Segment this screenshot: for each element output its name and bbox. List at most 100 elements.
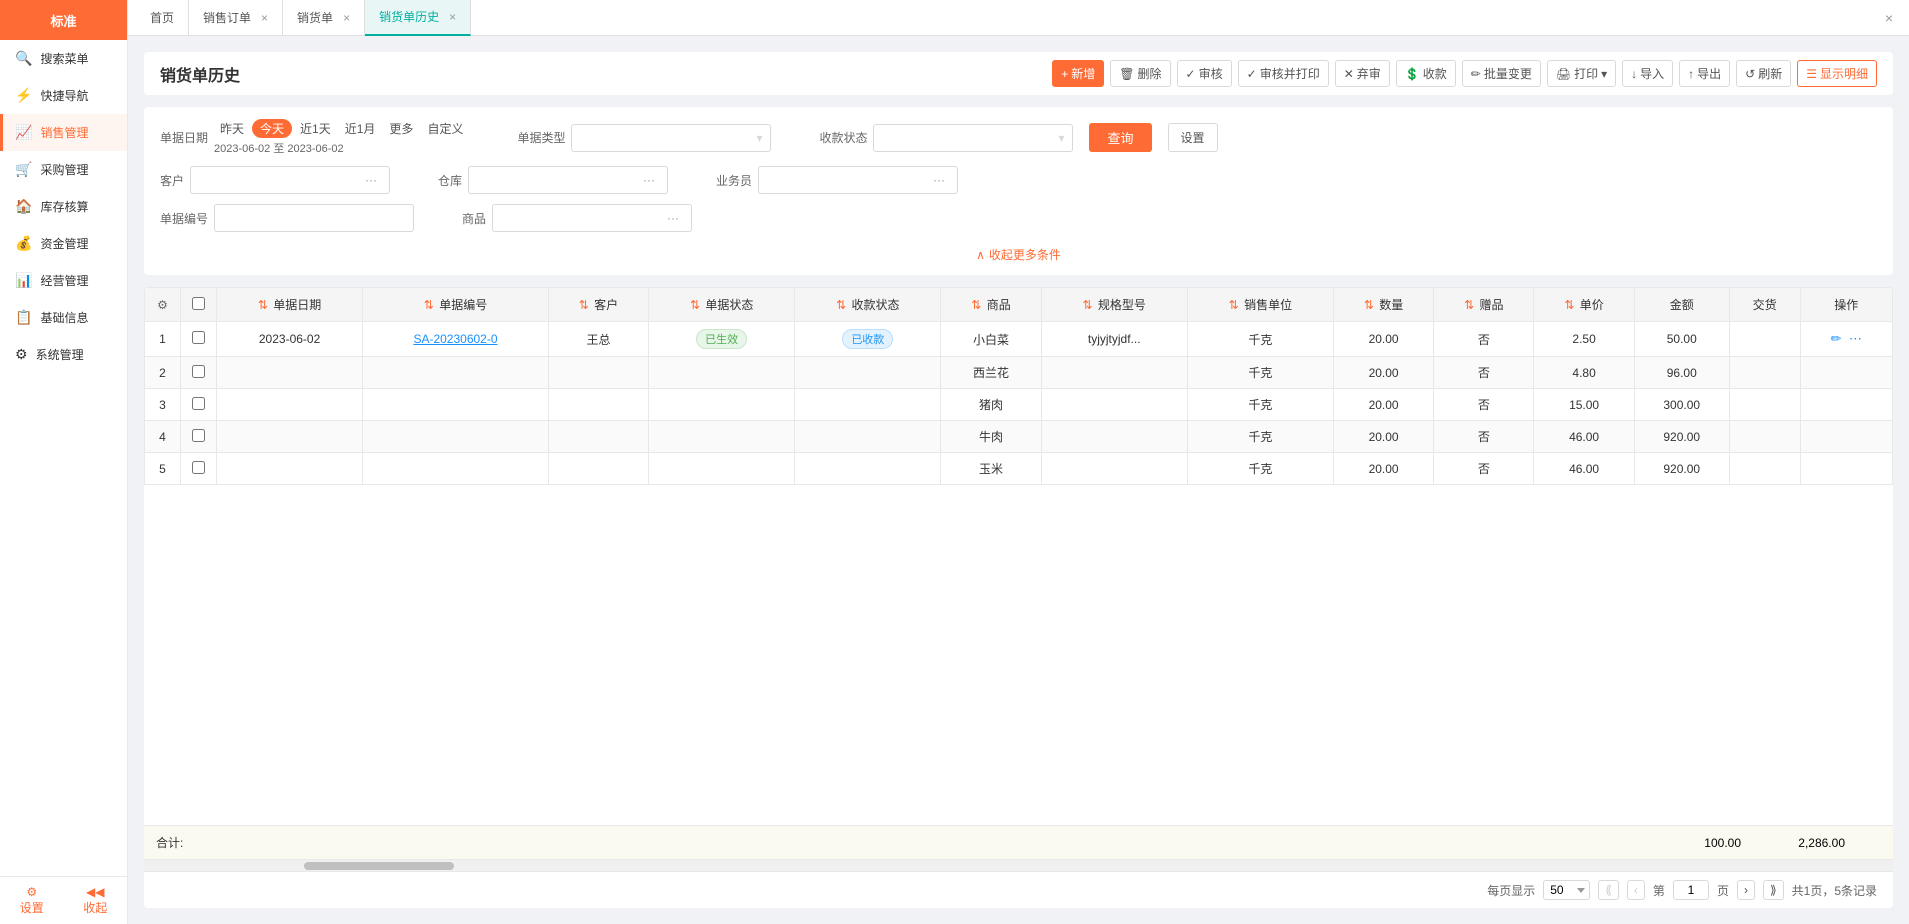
scrollbar-thumb[interactable] [304, 862, 454, 870]
doc-no-input[interactable] [214, 204, 414, 232]
collapse-conditions-btn[interactable]: ∧ 收起更多条件 [160, 246, 1877, 263]
row-checkbox-1[interactable] [192, 331, 205, 344]
tab-sales-history-close[interactable]: × [449, 10, 456, 24]
row-edit-btn-1[interactable]: ✏ [1831, 331, 1842, 346]
tab-home[interactable]: 首页 [136, 0, 189, 36]
audit-print-icon: ✓ [1247, 67, 1257, 81]
th-collect-status[interactable]: ⇅ 收款状态 [795, 288, 941, 322]
th-doc-no[interactable]: ⇅ 单据编号 [363, 288, 549, 322]
row-goods-3: 猪肉 [941, 389, 1041, 421]
sidebar-item-purchase-mgmt[interactable]: 🛒 采购管理 [0, 151, 127, 188]
row-spec-2 [1041, 357, 1187, 389]
shortcut-custom[interactable]: 自定义 [421, 119, 469, 138]
goods-dots-btn[interactable]: ··· [663, 209, 683, 227]
sidebar-item-sales-mgmt[interactable]: 📈 销售管理 [0, 114, 127, 151]
sidebar-settings-btn[interactable]: ⚙ 设置 [20, 885, 44, 916]
tab-bar-close-btn[interactable]: × [1877, 10, 1901, 26]
doc-no-link-1[interactable]: SA-20230602-0 [413, 332, 497, 346]
doc-type-input[interactable] [580, 125, 756, 151]
shortcut-last1m[interactable]: 近1月 [339, 119, 382, 138]
doc-type-dropdown-icon[interactable]: ▾ [756, 131, 762, 145]
import-btn[interactable]: ↓ 导入 [1622, 60, 1673, 87]
row-check-2[interactable] [181, 357, 217, 389]
page-input[interactable] [1673, 880, 1709, 900]
sidebar-item-label: 库存核算 [40, 198, 88, 215]
sidebar-item-inventory[interactable]: 🏠 库存核算 [0, 188, 127, 225]
th-doc-status[interactable]: ⇅ 单据状态 [649, 288, 795, 322]
sidebar-item-basic-info[interactable]: 📋 基础信息 [0, 299, 127, 336]
page-header: 销货单历史 + 新增 🗑 删除 ✓ 审核 ✓ 审核并打印 [144, 52, 1893, 95]
row-no-1[interactable]: SA-20230602-0 [363, 322, 549, 357]
table-scroll-area[interactable]: ⚙ ⇅ 单据日期 ⇅ 单据编号 [144, 287, 1893, 825]
warehouse-dots-btn[interactable]: ··· [639, 171, 659, 189]
customer-dots-btn[interactable]: ··· [361, 171, 381, 189]
page-first-btn[interactable]: ⟪ [1598, 880, 1619, 900]
page-prev-btn[interactable]: ‹ [1627, 880, 1645, 900]
row-checkbox-5[interactable] [192, 461, 205, 474]
audit-btn[interactable]: ✓ 审核 [1177, 60, 1232, 87]
collect-status-input[interactable] [882, 125, 1058, 151]
row-more-btn-1[interactable]: ⋯ [1849, 331, 1862, 346]
th-doc-date[interactable]: ⇅ 单据日期 [217, 288, 363, 322]
shortcut-last7[interactable]: 近1天 [294, 119, 337, 138]
th-gear[interactable]: ⚙ [145, 288, 181, 322]
new-btn[interactable]: + 新增 [1052, 60, 1104, 87]
sidebar-collapse-btn[interactable]: ◀◀ 收起 [83, 885, 107, 916]
row-check-5[interactable] [181, 453, 217, 485]
row-checkbox-4[interactable] [192, 429, 205, 442]
sidebar-item-system-mgmt[interactable]: ⚙ 系统管理 [0, 336, 127, 373]
warehouse-input[interactable] [477, 167, 639, 193]
th-unit[interactable]: ⇅ 销售单位 [1187, 288, 1333, 322]
sidebar-item-quick-nav[interactable]: ⚡ 快捷导航 [0, 77, 127, 114]
select-all-checkbox[interactable] [192, 297, 205, 310]
refresh-btn[interactable]: ↺ 刷新 [1736, 60, 1791, 87]
filter-settings-btn[interactable]: 设置 [1168, 123, 1218, 152]
sidebar-item-operations-mgmt[interactable]: 📊 经营管理 [0, 262, 127, 299]
th-goods[interactable]: ⇅ 商品 [941, 288, 1041, 322]
th-customer[interactable]: ⇅ 客户 [548, 288, 648, 322]
row-checkbox-2[interactable] [192, 365, 205, 378]
tab-sales-history[interactable]: 销货单历史 × [365, 0, 471, 36]
th-spec[interactable]: ⇅ 规格型号 [1041, 288, 1187, 322]
goods-input[interactable] [501, 205, 663, 231]
page-next-btn[interactable]: › [1737, 880, 1755, 900]
print-btn[interactable]: 🖨 打印 ▾ [1547, 60, 1616, 87]
export-btn[interactable]: ↑ 导出 [1679, 60, 1730, 87]
th-gift[interactable]: ⇅ 赠品 [1434, 288, 1534, 322]
shortcut-more[interactable]: 更多 [383, 119, 419, 138]
batch-change-btn[interactable]: ✏ 批量变更 [1462, 60, 1541, 87]
abandon-btn[interactable]: ✕ 弃审 [1335, 60, 1390, 87]
shortcut-today[interactable]: 今天 [252, 119, 292, 138]
th-checkbox[interactable] [181, 288, 217, 322]
tab-sales-delivery-close[interactable]: × [343, 11, 350, 25]
collect-btn[interactable]: 💲 收款 [1396, 60, 1456, 87]
row-check-3[interactable] [181, 389, 217, 421]
salesperson-label: 业务员 [716, 172, 752, 189]
row-checkbox-3[interactable] [192, 397, 205, 410]
th-qty[interactable]: ⇅ 数量 [1333, 288, 1433, 322]
row-check-4[interactable] [181, 421, 217, 453]
salesperson-dots-btn[interactable]: ··· [929, 171, 949, 189]
shortcut-yesterday[interactable]: 昨天 [214, 119, 250, 138]
tab-sales-order-close[interactable]: × [261, 11, 268, 25]
sidebar-item-label: 快捷导航 [40, 87, 88, 104]
customer-input[interactable] [199, 167, 361, 193]
sidebar-item-finance-mgmt[interactable]: 💰 资金管理 [0, 225, 127, 262]
delete-btn[interactable]: 🗑 删除 [1110, 60, 1170, 87]
tab-sales-delivery[interactable]: 销货单 × [283, 0, 365, 36]
sidebar-item-search-menu[interactable]: 🔍 搜索菜单 [0, 40, 127, 77]
collect-status-dropdown-icon[interactable]: ▾ [1058, 131, 1064, 145]
row-check-1[interactable] [181, 322, 217, 357]
th-unit-price[interactable]: ⇅ 单价 [1534, 288, 1634, 322]
total-label: 合计: [156, 834, 196, 851]
show-detail-btn[interactable]: ☰ 显示明细 [1797, 60, 1877, 87]
filter-row-1: 单据日期 昨天 今天 近1天 近1月 更多 自定义 2023-06-02 至 2… [160, 119, 1877, 156]
audit-print-btn[interactable]: ✓ 审核并打印 [1238, 60, 1329, 87]
salesperson-input[interactable] [767, 167, 929, 193]
query-btn[interactable]: 查询 [1089, 123, 1151, 152]
page-last-btn[interactable]: ⟫ [1763, 880, 1784, 900]
horizontal-scrollbar[interactable] [144, 859, 1893, 871]
page-size-select[interactable]: 20 50 100 [1543, 880, 1590, 900]
gear-icon[interactable]: ⚙ [157, 298, 168, 312]
tab-sales-order[interactable]: 销售订单 × [189, 0, 283, 36]
